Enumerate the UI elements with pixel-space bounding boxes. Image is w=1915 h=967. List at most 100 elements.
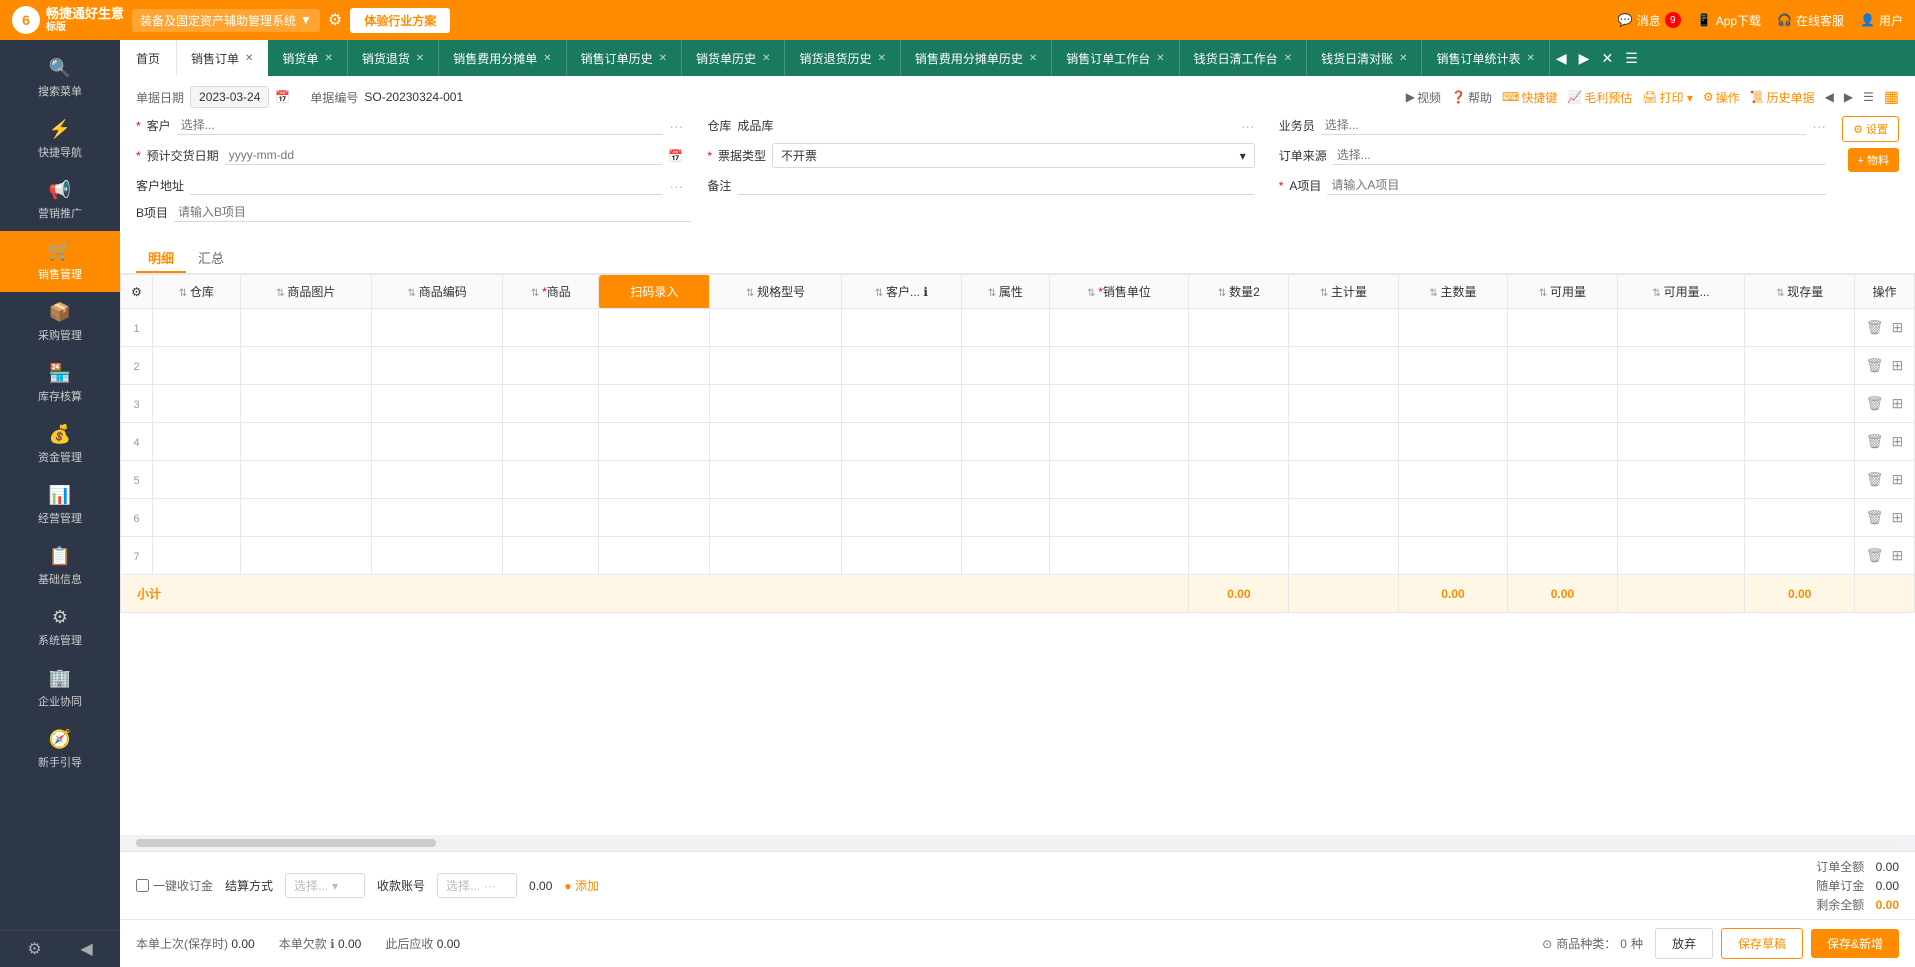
save-draft-button[interactable]: 保存草稿 <box>1721 928 1803 959</box>
user-btn[interactable]: 👤 用户 <box>1860 12 1903 29</box>
salesperson-input[interactable] <box>1321 116 1806 135</box>
delete-row-6-btn[interactable]: 🗑 <box>1864 507 1886 528</box>
close-fee-history-tab[interactable]: ✕ <box>1029 53 1037 64</box>
order-source-input[interactable] <box>1333 146 1826 165</box>
col-available[interactable]: 可用量 <box>1508 275 1617 309</box>
delete-row-4-btn[interactable]: 🗑 <box>1864 431 1886 452</box>
calendar-icon[interactable]: 📅 <box>275 90 290 104</box>
col-product-code[interactable]: 商品编码 <box>371 275 502 309</box>
copy-row-6-btn[interactable]: ⊞ <box>1890 507 1906 528</box>
tab-home[interactable]: 首页 <box>120 40 177 76</box>
tab-detail[interactable]: 明细 <box>136 244 186 273</box>
prev-record-btn[interactable]: ◀ <box>1825 90 1834 104</box>
delete-row-7-btn[interactable]: 🗑 <box>1864 545 1886 566</box>
tab-sales-stat[interactable]: 销售订单统计表 ✕ <box>1422 40 1549 76</box>
col-settings[interactable]: ⚙ <box>121 275 153 309</box>
customer-address-input[interactable] <box>190 176 663 195</box>
gear-button[interactable]: ⚙ <box>328 10 342 30</box>
col-attribute[interactable]: 属性 <box>961 275 1049 309</box>
delete-row-2-btn[interactable]: 🗑 <box>1864 355 1886 376</box>
add-payment-btn[interactable]: ● 添加 <box>564 877 599 894</box>
salesperson-more-btn[interactable]: ··· <box>1812 118 1826 134</box>
tab-summary[interactable]: 汇总 <box>186 244 236 273</box>
close-order-history-tab[interactable]: ✕ <box>659 53 667 64</box>
delete-row-1-btn[interactable]: 🗑 <box>1864 317 1886 338</box>
next-record-btn[interactable]: ▶ <box>1844 90 1853 104</box>
close-sales-refund-tab[interactable]: ✕ <box>416 53 424 64</box>
tab-next-btn[interactable]: ▶ <box>1573 40 1596 76</box>
message-btn[interactable]: 💬 消息 9 <box>1618 12 1681 29</box>
a-project-input[interactable] <box>1327 176 1826 195</box>
copy-row-1-btn[interactable]: ⊞ <box>1890 317 1906 338</box>
col-main-qty[interactable]: 主数量 <box>1398 275 1507 309</box>
close-return-history-tab[interactable]: ✕ <box>762 53 770 64</box>
help-btn[interactable]: ❓ 帮助 <box>1451 89 1492 106</box>
col-qty2[interactable]: 数量2 <box>1189 275 1289 309</box>
copy-row-7-btn[interactable]: ⊞ <box>1890 545 1906 566</box>
sidebar-item-guide[interactable]: 🧭 新手引导 <box>0 719 120 780</box>
online-service-btn[interactable]: 🎧 在线客服 <box>1777 12 1844 29</box>
col-stock[interactable]: 现存量 <box>1745 275 1855 309</box>
save-new-button[interactable]: 保存&新增 <box>1811 929 1899 958</box>
sidebar-settings-btn[interactable]: ⚙ <box>27 939 41 959</box>
delivery-date-input[interactable] <box>225 146 663 165</box>
sidebar-item-search[interactable]: 🔍 搜索菜单 <box>0 48 120 109</box>
table-view-btn[interactable]: ▦ <box>1884 87 1899 107</box>
tab-fee-split[interactable]: 销售费用分摊单 ✕ <box>439 40 566 76</box>
copy-row-4-btn[interactable]: ⊞ <box>1890 431 1906 452</box>
close-sales-order-tab[interactable]: ✕ <box>245 53 253 64</box>
delete-row-3-btn[interactable]: 🗑 <box>1864 393 1886 414</box>
app-download-btn[interactable]: 📱 App下载 <box>1697 12 1761 29</box>
close-fee-split-tab[interactable]: ✕ <box>543 53 551 64</box>
customer-input[interactable] <box>177 116 664 135</box>
tab-receivable-reconcile[interactable]: 钱货日清对账 ✕ <box>1307 40 1422 76</box>
col-product-image[interactable]: 商品图片 <box>240 275 371 309</box>
b-project-input[interactable] <box>174 203 691 222</box>
close-refund-history-tab[interactable]: ✕ <box>877 53 885 64</box>
tab-receivable-workbench[interactable]: 钱货日清工作台 ✕ <box>1180 40 1307 76</box>
warehouse-more-btn[interactable]: ··· <box>1241 118 1255 134</box>
copy-row-2-btn[interactable]: ⊞ <box>1890 355 1906 376</box>
close-receivable-reconcile-tab[interactable]: ✕ <box>1399 53 1407 64</box>
tab-return-history[interactable]: 销货单历史 ✕ <box>682 40 785 76</box>
tab-sales-return[interactable]: 销货单 ✕ <box>268 40 347 76</box>
col-customer-ref[interactable]: 客户... ℹ <box>841 275 961 309</box>
col-warehouse[interactable]: 仓库 <box>153 275 241 309</box>
tab-menu-btn[interactable]: ☰ <box>1619 40 1644 76</box>
tab-close-all-btn[interactable]: ✕ <box>1595 40 1619 76</box>
tab-sales-order[interactable]: 销售订单 ✕ <box>177 40 268 76</box>
operations-btn[interactable]: ⚙ 操作 <box>1703 89 1740 106</box>
tab-prev-btn[interactable]: ◀ <box>1550 40 1573 76</box>
sidebar-item-quick[interactable]: ⚡ 快捷导航 <box>0 109 120 170</box>
sidebar-item-inventory[interactable]: 🏪 库存核算 <box>0 353 120 414</box>
close-sales-stat-tab[interactable]: ✕ <box>1527 53 1535 64</box>
tab-order-workbench[interactable]: 销售订单工作台 ✕ <box>1052 40 1179 76</box>
sidebar-item-system[interactable]: ⚙ 系统管理 <box>0 597 120 658</box>
invoice-type-select[interactable]: 不开票 ▾ <box>772 143 1255 168</box>
scroll-thumb[interactable] <box>136 839 436 847</box>
one-click-checkbox[interactable] <box>136 879 149 892</box>
col-scan-entry[interactable]: 扫码录入 <box>599 275 710 309</box>
sidebar-item-purchase[interactable]: 📦 采购管理 <box>0 292 120 353</box>
grid-view-btn[interactable]: ☰ <box>1863 90 1874 104</box>
sidebar-item-enterprise[interactable]: 🏢 企业协同 <box>0 658 120 719</box>
shortcut-btn[interactable]: ⌨ 快捷键 <box>1502 89 1557 106</box>
calendar2-icon[interactable]: 📅 <box>668 149 683 163</box>
sidebar-collapse-btn[interactable]: ◀ <box>80 939 92 959</box>
col-spec-model[interactable]: 规格型号 <box>710 275 841 309</box>
horizontal-scrollbar[interactable] <box>136 839 1899 847</box>
col-product-name[interactable]: *商品 <box>503 275 599 309</box>
col-sales-unit[interactable]: *销售单位 <box>1049 275 1189 309</box>
col-available2[interactable]: 可用量... <box>1617 275 1745 309</box>
sidebar-item-finance[interactable]: 💰 资金管理 <box>0 414 120 475</box>
sidebar-item-marketing[interactable]: 📢 营销推广 <box>0 170 120 231</box>
payment-method-select[interactable]: 选择... ▾ <box>285 873 365 898</box>
solution-button[interactable]: 体验行业方案 <box>350 8 450 33</box>
sidebar-item-base[interactable]: 📋 基础信息 <box>0 536 120 597</box>
delete-row-5-btn[interactable]: 🗑 <box>1864 469 1886 490</box>
close-sales-return-tab[interactable]: ✕ <box>324 53 332 64</box>
settings-panel-btn[interactable]: ⚙ 设置 <box>1842 116 1899 142</box>
col-main-unit[interactable]: 主计量 <box>1289 275 1398 309</box>
close-receivable-workbench-tab[interactable]: ✕ <box>1284 53 1292 64</box>
remark-input[interactable] <box>737 176 1254 195</box>
